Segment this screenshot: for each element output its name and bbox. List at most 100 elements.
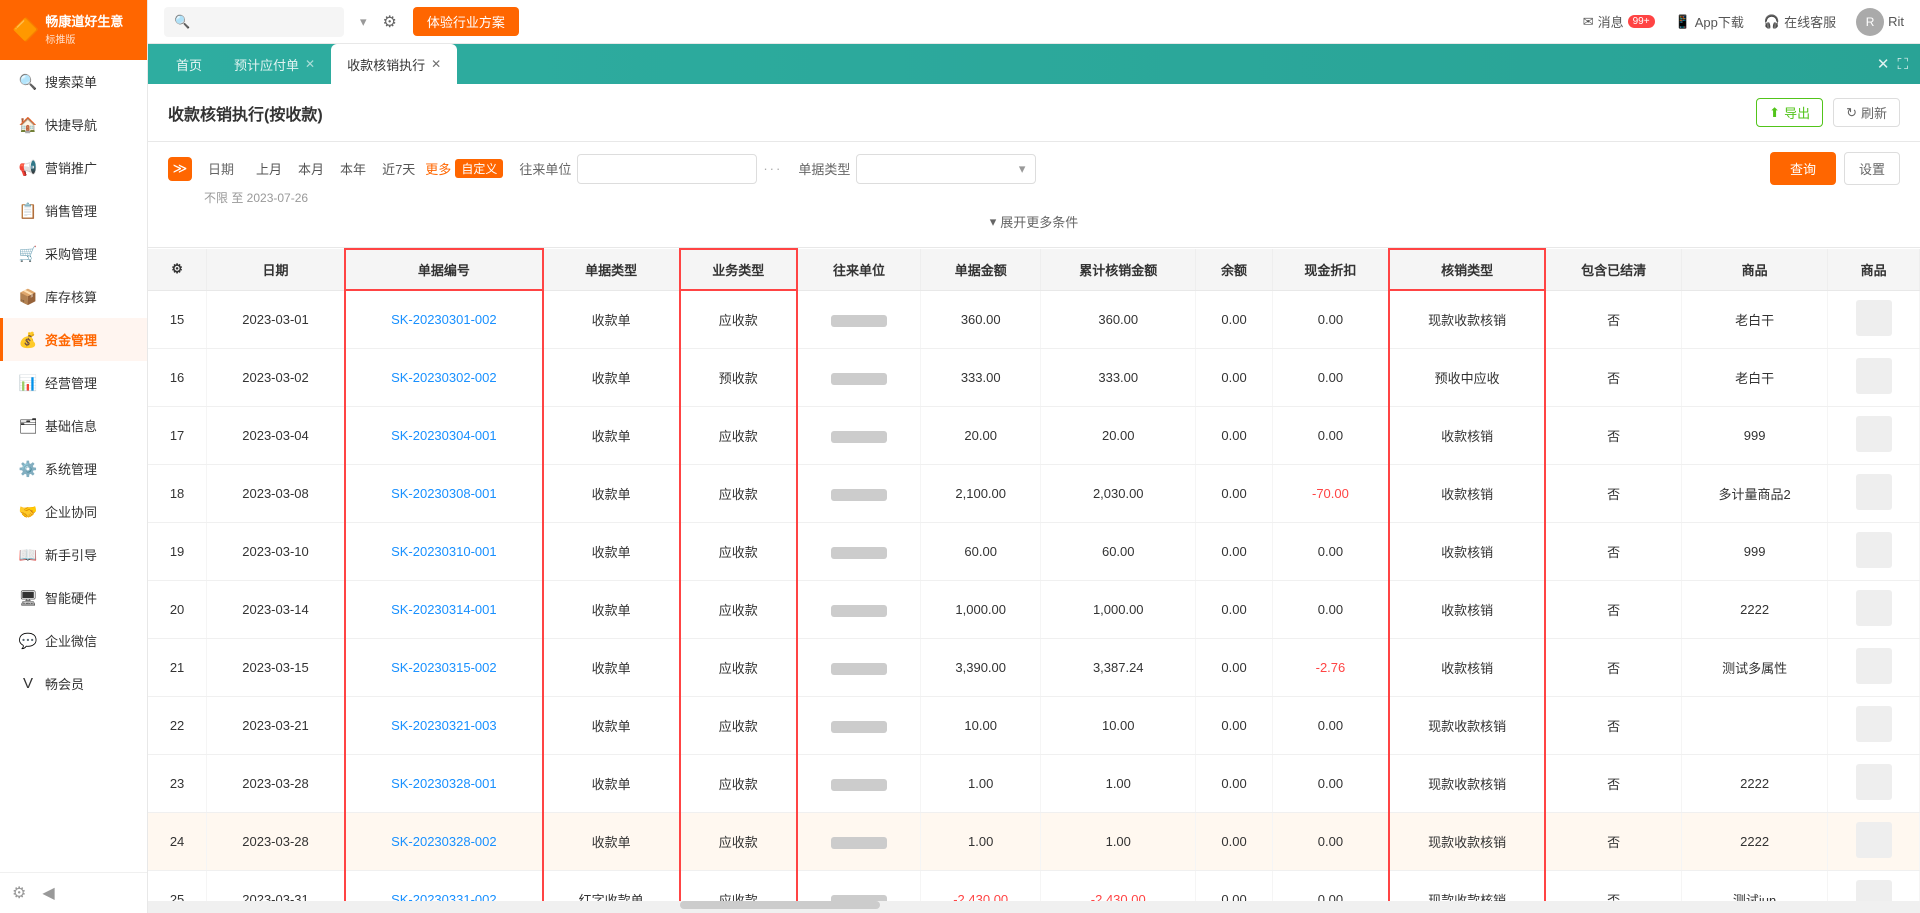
order-link[interactable]: SK-20230302-002 xyxy=(391,370,497,385)
cell-writeoff-amount: 1,000.00 xyxy=(1041,580,1196,638)
sidebar-item-system[interactable]: ⚙️ 系统管理 xyxy=(0,447,147,490)
corp-icon: 🤝 xyxy=(19,503,37,521)
date-opt-this-year[interactable]: 本年 xyxy=(334,157,372,180)
query-btn[interactable]: 查询 xyxy=(1770,152,1836,185)
custom-date-btn[interactable]: 自定义 xyxy=(455,159,503,178)
main-area: 🔍 ▾ ⚙ 体验行业方案 ✉ 消息 99+ 📱 App下载 🎧 在线客服 R R… xyxy=(148,0,1920,913)
message-badge: 99+ xyxy=(1628,15,1655,28)
order-link[interactable]: SK-20230310-001 xyxy=(391,544,497,559)
scrollbar-area[interactable] xyxy=(148,901,1920,913)
export-btn[interactable]: ⬆ 导出 xyxy=(1756,98,1823,127)
cell-include-settled: 否 xyxy=(1545,522,1681,580)
sidebar-item-member[interactable]: V 畅会员 xyxy=(0,662,147,705)
cell-goods: 999 xyxy=(1681,522,1827,580)
finance-icon: 💰 xyxy=(19,331,37,349)
cell-counterpart: ██████ xyxy=(797,522,921,580)
order-link[interactable]: SK-20230304-001 xyxy=(391,428,497,443)
scrollbar-thumb[interactable] xyxy=(680,901,880,909)
goods-thumbnail xyxy=(1856,764,1892,800)
tab-prepay-close[interactable]: ✕ xyxy=(305,57,315,71)
date-opt-7days[interactable]: 近7天 xyxy=(376,157,421,180)
col-include-settled-header: 包含已结清 xyxy=(1545,249,1681,290)
sidebar-item-finance[interactable]: 💰 资金管理 xyxy=(0,318,147,361)
col-balance-header: 余额 xyxy=(1196,249,1273,290)
hardware-icon: 🖥 xyxy=(19,589,37,607)
refresh-btn[interactable]: ↻ 刷新 xyxy=(1833,98,1900,127)
cell-writeoff-type: 现款收款核销 xyxy=(1389,812,1545,870)
settings-icon[interactable]: ⚙ xyxy=(12,883,26,903)
search-box[interactable]: 🔍 xyxy=(164,7,344,37)
order-link[interactable]: SK-20230315-002 xyxy=(391,660,497,675)
sidebar-item-purchase[interactable]: 🛒 采购管理 xyxy=(0,232,147,275)
filter-row-1: ≫ 日期 上月 本月 本年 近7天 更多 自定义 往来单位 ··· 单据类型 xyxy=(168,152,1900,185)
cell-cash-discount: 0.00 xyxy=(1272,406,1389,464)
sidebar-item-guide[interactable]: 📖 新手引导 xyxy=(0,533,147,576)
cell-include-settled: 否 xyxy=(1545,406,1681,464)
cell-include-settled: 否 xyxy=(1545,696,1681,754)
cell-writeoff-amount: 20.00 xyxy=(1041,406,1196,464)
order-link[interactable]: SK-20230308-001 xyxy=(391,486,497,501)
sidebar-item-search[interactable]: 🔍 搜索菜单 xyxy=(0,60,147,103)
tab-writeoff-close[interactable]: ✕ xyxy=(431,57,441,71)
sidebar-item-inventory[interactable]: 📦 库存核算 xyxy=(0,275,147,318)
gear-icon[interactable]: ⚙ xyxy=(383,12,397,32)
app-download-btn[interactable]: 📱 App下载 xyxy=(1675,12,1744,31)
logo-sub-text: 标推版 xyxy=(45,31,123,46)
cell-date: 2023-03-15 xyxy=(207,638,345,696)
close-window-icon[interactable]: ✕ xyxy=(1877,55,1890,73)
date-options: 上月 本月 本年 近7天 更多 自定义 xyxy=(250,157,503,180)
cell-balance: 0.00 xyxy=(1196,638,1273,696)
cell-goods: 老白干 xyxy=(1681,290,1827,348)
sidebar-item-sales[interactable]: 📋 销售管理 xyxy=(0,189,147,232)
sidebar-item-corp[interactable]: 🤝 企业协同 xyxy=(0,490,147,533)
order-link[interactable]: SK-20230328-002 xyxy=(391,834,497,849)
cell-bill-amount: 3,390.00 xyxy=(921,638,1041,696)
dropdown-arrow[interactable]: ▾ xyxy=(360,14,367,30)
cell-writeoff-type: 收款核销 xyxy=(1389,580,1545,638)
cell-bill-type: 收款单 xyxy=(543,696,680,754)
date-opt-this-month[interactable]: 本月 xyxy=(292,157,330,180)
tab-writeoff[interactable]: 收款核销执行 ✕ xyxy=(331,44,457,84)
table-row: 16 2023-03-02 SK-20230302-002 收款单 预收款 ██… xyxy=(148,348,1920,406)
sidebar-item-marketing[interactable]: 📢 营销推广 xyxy=(0,146,147,189)
order-link[interactable]: SK-20230321-003 xyxy=(391,718,497,733)
sidebar-item-basic[interactable]: 🗂 基础信息 xyxy=(0,404,147,447)
cell-writeoff-type: 收款核销 xyxy=(1389,406,1545,464)
filter-toggle-btn[interactable]: ≫ xyxy=(168,157,192,181)
table-row: 21 2023-03-15 SK-20230315-002 收款单 应收款 ██… xyxy=(148,638,1920,696)
sidebar-label-hardware: 智能硬件 xyxy=(45,588,97,607)
sidebar-item-operations[interactable]: 📊 经营管理 xyxy=(0,361,147,404)
page-header: 收款核销执行(按收款) ⬆ 导出 ↻ 刷新 xyxy=(148,84,1920,142)
tab-prepay[interactable]: 预计应付单 ✕ xyxy=(218,44,331,84)
bill-type-select[interactable]: ▾ xyxy=(856,154,1036,184)
sidebar-item-quicknav[interactable]: 🏠 快捷导航 xyxy=(0,103,147,146)
messages-label: 消息 xyxy=(1598,12,1624,31)
cell-date: 2023-03-10 xyxy=(207,522,345,580)
cell-date: 2023-03-14 xyxy=(207,580,345,638)
user-area[interactable]: R Rit xyxy=(1856,8,1904,36)
data-table: ⚙ 日期 单据编号 单据类型 业务类型 往来单位 单据金额 累计核销金额 余额 … xyxy=(148,248,1920,913)
maximize-icon[interactable]: ⛶ xyxy=(1897,56,1908,73)
sidebar-item-hardware[interactable]: 🖥 智能硬件 xyxy=(0,576,147,619)
date-opt-last-month[interactable]: 上月 xyxy=(250,157,288,180)
order-link[interactable]: SK-20230301-002 xyxy=(391,312,497,327)
industry-btn[interactable]: 体验行业方案 xyxy=(413,7,519,36)
settings-btn[interactable]: 设置 xyxy=(1844,152,1900,185)
date-opt-more[interactable]: 更多 xyxy=(425,159,451,178)
tab-home[interactable]: 首页 xyxy=(160,44,218,84)
cell-include-settled: 否 xyxy=(1545,754,1681,812)
system-icon: ⚙️ xyxy=(19,460,37,478)
topbar-right: ✉ 消息 99+ 📱 App下载 🎧 在线客服 R Rit xyxy=(1583,8,1904,36)
counterpart-input[interactable] xyxy=(577,154,757,184)
expand-more-btn[interactable]: ▾ 展开更多条件 xyxy=(990,212,1079,231)
cell-goods-thumb xyxy=(1828,580,1920,638)
cell-balance: 0.00 xyxy=(1196,696,1273,754)
messages-btn[interactable]: ✉ 消息 99+ xyxy=(1583,12,1655,31)
online-support-btn[interactable]: 🎧 在线客服 xyxy=(1764,12,1836,31)
collapse-icon[interactable]: ◀ xyxy=(42,883,54,903)
tab-right-actions: ✕ ⛶ xyxy=(1877,44,1908,84)
order-link[interactable]: SK-20230328-001 xyxy=(391,776,497,791)
cell-balance: 0.00 xyxy=(1196,406,1273,464)
order-link[interactable]: SK-20230314-001 xyxy=(391,602,497,617)
sidebar-item-wechat[interactable]: 💬 企业微信 xyxy=(0,619,147,662)
